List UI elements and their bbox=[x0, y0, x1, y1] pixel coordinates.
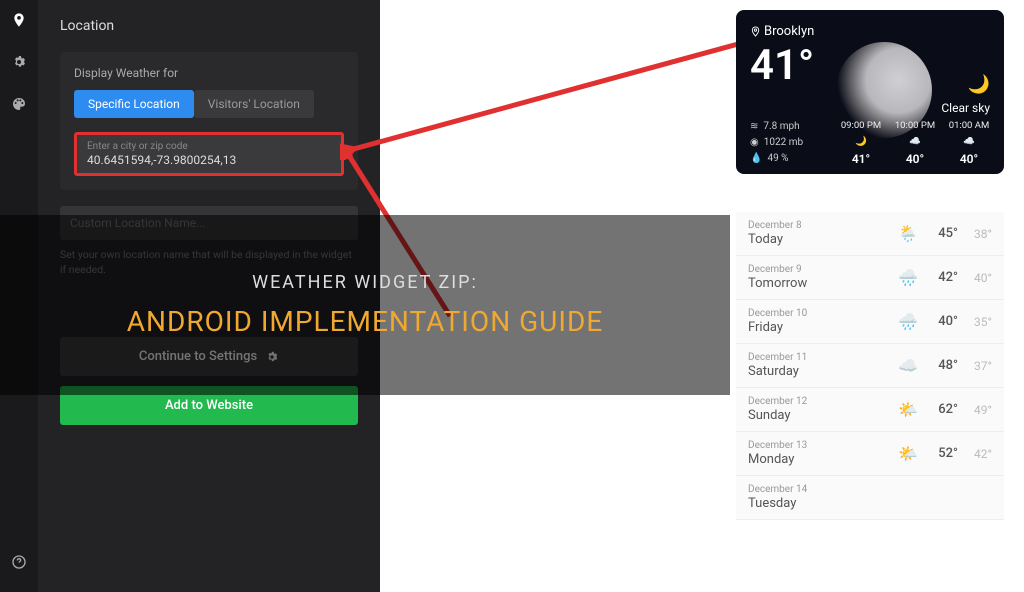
tab-visitors-location[interactable]: Visitors' Location bbox=[194, 90, 314, 118]
widget-condition: 🌙 Clear sky bbox=[941, 74, 990, 115]
palette-icon[interactable] bbox=[9, 94, 29, 114]
forecast-row[interactable]: December 9Tomorrow🌧️42°40° bbox=[736, 256, 1004, 300]
hour-item: 10:00 PM☁️40° bbox=[890, 120, 940, 166]
forecast-row[interactable]: December 11Saturday☁️48°37° bbox=[736, 344, 1004, 388]
pressure-icon: ◉ bbox=[750, 137, 759, 148]
forecast-row[interactable]: December 12Sunday🌤️62°49° bbox=[736, 388, 1004, 432]
humidity-icon: 💧 bbox=[750, 153, 762, 164]
hour-item: 09:00 PM🌙41° bbox=[836, 120, 886, 166]
weather-widget: Brooklyn 41° 🌙 Clear sky ≋7.8 mph ◉1022 … bbox=[736, 10, 1004, 174]
location-tabs: Specific Location Visitors' Location bbox=[74, 90, 344, 118]
gear-icon[interactable] bbox=[9, 52, 29, 72]
wind-icon: ≋ bbox=[750, 121, 758, 132]
hourly-forecast: 09:00 PM🌙41°10:00 PM☁️40°01:00 AM☁️40° bbox=[836, 120, 994, 166]
input-value: 40.6451594,-73.9800254,13 bbox=[87, 153, 331, 167]
input-label: Enter a city or zip code bbox=[87, 141, 331, 152]
widget-meta: ≋7.8 mph ◉1022 mb 💧49 % bbox=[750, 121, 803, 164]
moon-icon: 🌙 bbox=[941, 74, 990, 95]
daily-forecast: December 8Today🌦️45°38°December 9Tomorro… bbox=[736, 212, 1004, 520]
forecast-row[interactable]: December 14Tuesday bbox=[736, 476, 1004, 520]
annotation-arrow-1 bbox=[340, 30, 760, 160]
location-pin-icon bbox=[750, 26, 761, 37]
forecast-row[interactable]: December 10Friday🌧️40°35° bbox=[736, 300, 1004, 344]
forecast-row[interactable]: December 13Monday🌤️52°42° bbox=[736, 432, 1004, 476]
section-label: Display Weather for bbox=[74, 66, 344, 80]
tab-specific-location[interactable]: Specific Location bbox=[74, 90, 194, 118]
forecast-row[interactable]: December 8Today🌦️45°38° bbox=[736, 212, 1004, 256]
widget-location: Brooklyn bbox=[750, 24, 990, 39]
hour-item: 01:00 AM☁️40° bbox=[944, 120, 994, 166]
overlay-line2: ANDROID IMPLEMENTATION GUIDE bbox=[127, 305, 604, 338]
display-weather-section: Display Weather for Specific Location Vi… bbox=[60, 52, 358, 190]
help-icon[interactable] bbox=[9, 552, 29, 572]
panel-title: Location bbox=[60, 18, 358, 34]
title-overlay: WEATHER WIDGET ZIP: ANDROID IMPLEMENTATI… bbox=[0, 215, 730, 395]
overlay-line1: WEATHER WIDGET ZIP: bbox=[252, 272, 478, 293]
location-pin-icon[interactable] bbox=[9, 10, 29, 30]
city-zip-input[interactable]: Enter a city or zip code 40.6451594,-73.… bbox=[74, 132, 344, 176]
